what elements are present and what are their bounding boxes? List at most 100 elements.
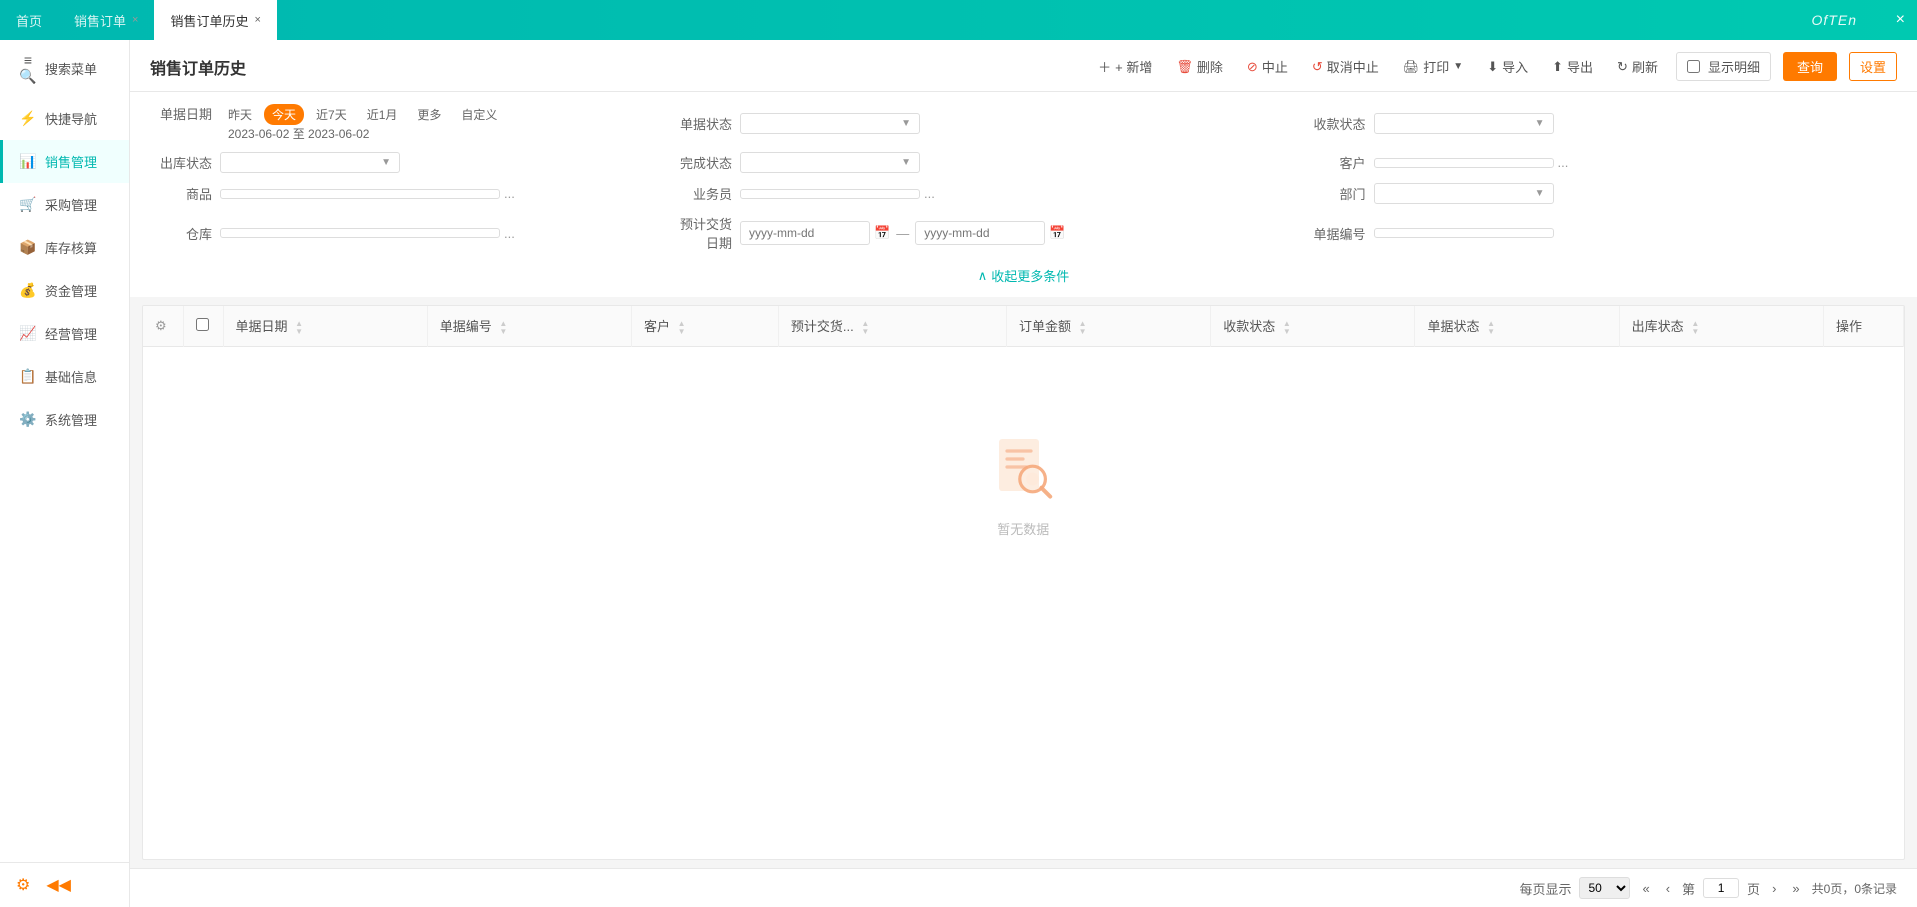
sort-customer-icon[interactable]: ▲▼ (678, 320, 686, 336)
topbar-close-button[interactable]: × (1896, 11, 1905, 29)
th-delivery-status-label: 出库状态 (1632, 319, 1684, 334)
sidebar-item-system[interactable]: ⚙️ 系统管理 (0, 398, 129, 441)
tab-sales-order-close[interactable]: × (132, 14, 138, 26)
sidebar-item-operations-label: 经营管理 (45, 324, 97, 343)
date-tab-yesterday[interactable]: 昨天 (220, 104, 260, 125)
last-page-button[interactable]: » (1788, 879, 1803, 898)
collapse-button[interactable]: ∧ 收起更多条件 (150, 262, 1897, 285)
tab-home[interactable]: 首页 (0, 0, 58, 40)
print-button[interactable]: 🖨 打印 ▼ (1397, 53, 1469, 80)
salesperson-input[interactable] (740, 189, 920, 199)
warehouse-ellipsis[interactable]: ... (500, 226, 519, 241)
sidebar-item-operations[interactable]: 📈 经营管理 (0, 312, 129, 355)
tab-list: 首页 销售订单 × 销售订单历史 × (0, 0, 1884, 40)
delete-icon: 🗑 (1176, 59, 1193, 75)
tab-sales-order-history[interactable]: 销售订单历史 × (154, 0, 276, 40)
sidebar-item-quick-nav[interactable]: ⚡ 快捷导航 (0, 97, 129, 140)
delivery-status-select[interactable]: ▼ (220, 152, 400, 173)
table-header-row: ⚙ 单据日期 ▲▼ 单据编号 ▲▼ (143, 306, 1904, 346)
select-all-checkbox[interactable] (196, 318, 209, 331)
tab-sales-order-history-close[interactable]: × (254, 14, 260, 26)
product-input[interactable] (220, 189, 500, 199)
date-tab-custom[interactable]: 自定义 (453, 104, 505, 125)
sidebar-item-sales-mgmt[interactable]: 📊 销售管理 (0, 140, 129, 183)
next-page-button[interactable]: › (1768, 879, 1780, 898)
date-tab-today[interactable]: 今天 (264, 104, 304, 125)
print-arrow-icon: ▼ (1453, 61, 1463, 72)
settings-button[interactable]: 设置 (1849, 52, 1897, 81)
sidebar-bottom: ⚙ ◀◀ (0, 862, 129, 907)
th-date-label: 单据日期 (236, 319, 288, 334)
product-ellipsis[interactable]: ... (500, 186, 519, 201)
prev-page-button[interactable]: ‹ (1662, 879, 1674, 898)
customer-ellipsis[interactable]: ... (1554, 155, 1573, 170)
empty-cell: 暂无数据 (143, 346, 1904, 618)
sidebar-item-quick-nav-label: 快捷导航 (45, 109, 97, 128)
sort-order-no-icon[interactable]: ▲▼ (499, 320, 507, 336)
finance-icon: 💰 (19, 282, 37, 299)
cancel-stop-button[interactable]: ↺ 取消中止 (1306, 53, 1385, 80)
display-detail-button[interactable]: 显示明细 (1676, 52, 1771, 81)
sidebar-item-inventory[interactable]: 📦 库存核算 (0, 226, 129, 269)
date-tab-1month[interactable]: 近1月 (359, 104, 406, 125)
cancel-stop-label: 取消中止 (1327, 57, 1379, 76)
status-select[interactable]: ▼ (740, 113, 920, 134)
complete-status-select[interactable]: ▼ (740, 152, 920, 173)
sort-delivery-status-icon[interactable]: ▲▼ (1691, 320, 1699, 336)
date-to-input[interactable] (915, 221, 1045, 245)
per-page-select[interactable]: 20 50 100 (1579, 877, 1630, 899)
th-amount-label: 订单金额 (1019, 319, 1071, 334)
date-tab-7days[interactable]: 近7天 (308, 104, 355, 125)
display-detail-checkbox[interactable] (1687, 60, 1700, 73)
date-separator: — (896, 226, 909, 241)
delete-label: 删除 (1197, 57, 1223, 76)
sidebar-item-purchase-mgmt[interactable]: 🛒 采购管理 (0, 183, 129, 226)
filter-row-4: 仓库 ... 预计交货日期 📅 — 📅 单据编号 (150, 214, 1897, 252)
stop-button[interactable]: ⊘ 中止 (1241, 53, 1294, 80)
salesperson-ellipsis[interactable]: ... (920, 186, 939, 201)
topbar-right: × (1884, 11, 1917, 29)
receipt-status-select[interactable]: ▼ (1374, 113, 1554, 134)
first-page-button[interactable]: « (1638, 879, 1653, 898)
date-from-calendar-icon[interactable]: 📅 (874, 225, 890, 241)
new-button[interactable]: ＋ + 新增 (1092, 53, 1158, 80)
refresh-label: 刷新 (1632, 57, 1658, 76)
department-select[interactable]: ▼ (1374, 183, 1554, 204)
delete-button[interactable]: 🗑 删除 (1170, 53, 1229, 80)
table-container: ⚙ 单据日期 ▲▼ 单据编号 ▲▼ (142, 305, 1905, 860)
page-title: 销售订单历史 (150, 55, 246, 79)
sidebar-item-search-menu[interactable]: ≡🔍 搜索菜单 (0, 40, 129, 97)
query-button[interactable]: 查询 (1783, 52, 1837, 81)
import-label: 导入 (1502, 57, 1528, 76)
warehouse-input[interactable] (220, 228, 500, 238)
export-button[interactable]: ⬆ 导出 (1546, 53, 1599, 80)
table-settings-icon[interactable]: ⚙ (155, 318, 167, 333)
delivery-status-label: 出库状态 (150, 153, 220, 172)
sidebar-settings-icon[interactable]: ⚙ (16, 875, 30, 895)
total-info: 共0页，0条记录 (1812, 880, 1897, 897)
sidebar-collapse-icon[interactable]: ◀◀ (46, 875, 71, 895)
sidebar-item-basic-info[interactable]: 📋 基础信息 (0, 355, 129, 398)
date-from-input[interactable] (740, 221, 870, 245)
sort-order-status-icon[interactable]: ▲▼ (1487, 320, 1495, 336)
sidebar-item-finance[interactable]: 💰 资金管理 (0, 269, 129, 312)
date-tab-more[interactable]: 更多 (409, 104, 449, 125)
filter-area: 单据日期 昨天 今天 近7天 近1月 更多 自定义 2023-06-02 至 2… (130, 92, 1917, 297)
collapse-up-icon: ∧ (978, 268, 988, 284)
th-amount: 订单金额 ▲▼ (1006, 306, 1210, 346)
th-action-label: 操作 (1836, 319, 1862, 334)
operations-icon: 📈 (19, 325, 37, 342)
import-button[interactable]: ⬇ 导入 (1481, 53, 1534, 80)
tab-sales-order[interactable]: 销售订单 × (58, 0, 154, 40)
sidebar: ≡🔍 搜索菜单 ⚡ 快捷导航 📊 销售管理 🛒 采购管理 📦 库存核算 💰 资金… (0, 40, 130, 907)
page-input[interactable] (1703, 878, 1739, 898)
tab-sales-order-label: 销售订单 (74, 11, 126, 30)
order-no-input[interactable] (1374, 228, 1554, 238)
refresh-button[interactable]: ↻ 刷新 (1611, 53, 1664, 80)
sort-date-icon[interactable]: ▲▼ (295, 320, 303, 336)
date-to-calendar-icon[interactable]: 📅 (1049, 225, 1065, 241)
customer-input[interactable] (1374, 158, 1554, 168)
sort-amount-icon[interactable]: ▲▼ (1079, 320, 1087, 336)
sort-expected-date-icon[interactable]: ▲▼ (861, 320, 869, 336)
sort-receipt-status-icon[interactable]: ▲▼ (1283, 320, 1291, 336)
